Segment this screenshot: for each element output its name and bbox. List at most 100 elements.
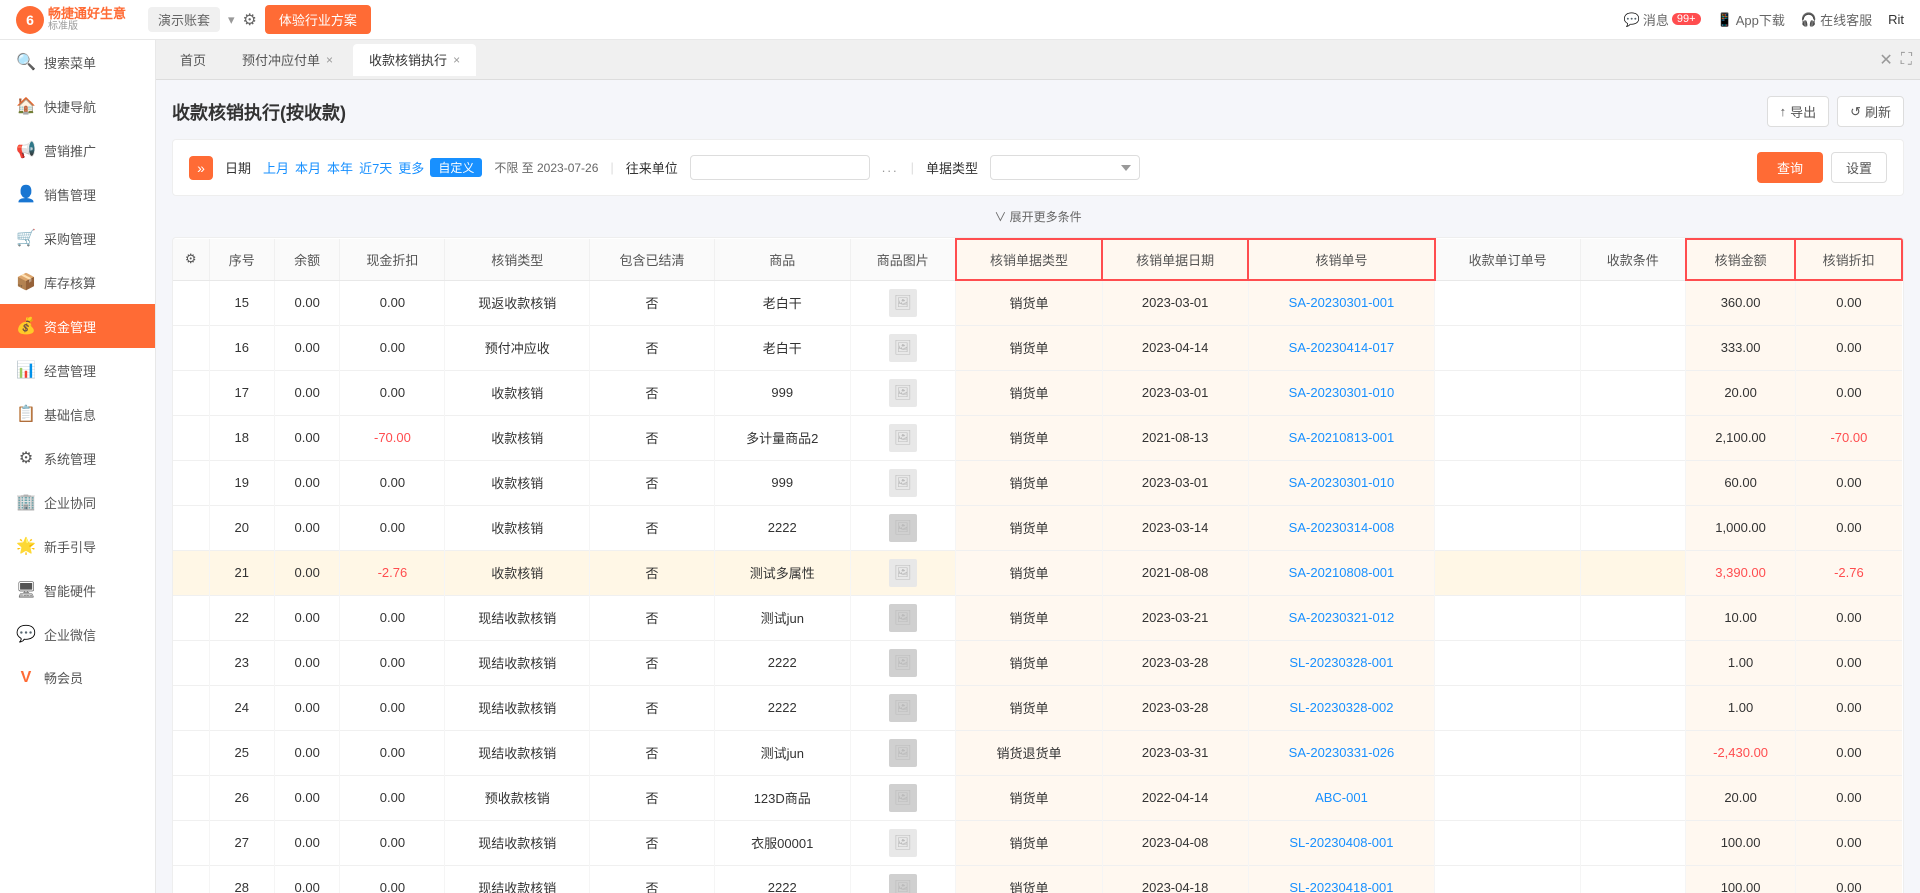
sidebar-item-sales[interactable]: 👤 销售管理	[0, 172, 155, 216]
cell-writeoff-bill-no-3[interactable]: SA-20210813-001	[1248, 415, 1434, 460]
table-row[interactable]: 16 0.00 0.00 预付冲应收 否 老白干 🖼 销货单 2023-04-1…	[173, 325, 1902, 370]
table-row[interactable]: 22 0.00 0.00 现结收款核销 否 测试jun 🖼 销货单 2023-0…	[173, 595, 1902, 640]
writeoff-bill-no-link-5[interactable]: SA-20230314-008	[1289, 520, 1395, 535]
date-custom-badge[interactable]: 自定义	[430, 158, 482, 177]
cell-writeoff-bill-no-13[interactable]: SL-20230418-001	[1248, 865, 1434, 893]
writeoff-bill-no-link-11[interactable]: ABC-001	[1315, 790, 1368, 805]
table-row[interactable]: 26 0.00 0.00 预收款核销 否 123D商品 🖼 销货单 2022-0…	[173, 775, 1902, 820]
sidebar-item-search[interactable]: 🔍 搜索菜单	[0, 40, 155, 84]
cell-num-10: 25	[209, 730, 274, 775]
cell-include-settled-7: 否	[590, 595, 715, 640]
industry-button[interactable]: 体验行业方案	[265, 5, 371, 34]
cell-writeoff-bill-no-4[interactable]: SA-20230301-010	[1248, 460, 1434, 505]
table-row[interactable]: 24 0.00 0.00 现结收款核销 否 2222 🖼 销货单 2023-03…	[173, 685, 1902, 730]
cell-settings-6	[173, 550, 209, 595]
tab-prepay[interactable]: 预付冲应付单 ×	[226, 44, 349, 76]
writeoff-bill-no-link-2[interactable]: SA-20230301-010	[1289, 385, 1395, 400]
tab-expand-icon[interactable]: ⛶	[1901, 51, 1912, 69]
filter-divider-2: |	[911, 160, 914, 175]
gear-icon[interactable]: ⚙	[243, 10, 257, 30]
sidebar-item-newbie[interactable]: 🌟 新手引导	[0, 524, 155, 568]
sidebar-item-quicknav[interactable]: 🏠 快捷导航	[0, 84, 155, 128]
tab-receipt[interactable]: 收款核销执行 ×	[353, 44, 476, 76]
writeoff-bill-no-link-8[interactable]: SL-20230328-001	[1289, 655, 1393, 670]
cell-writeoff-bill-no-2[interactable]: SA-20230301-010	[1248, 370, 1434, 415]
cell-writeoff-bill-no-12[interactable]: SL-20230408-001	[1248, 820, 1434, 865]
refresh-button[interactable]: ↺ 刷新	[1837, 96, 1904, 127]
table-row[interactable]: 25 0.00 0.00 现结收款核销 否 测试jun 🖼 销货退货单 2023…	[173, 730, 1902, 775]
tab-receipt-close[interactable]: ×	[453, 53, 460, 67]
cell-receipt-condition-3	[1580, 415, 1686, 460]
user-name[interactable]: Rit	[1888, 12, 1904, 27]
goods-image-8: 🖼	[889, 649, 917, 677]
cell-writeoff-bill-no-9[interactable]: SL-20230328-002	[1248, 685, 1434, 730]
company-name[interactable]: 演示账套	[148, 7, 220, 32]
date-this-month[interactable]: 本月	[295, 158, 321, 177]
writeoff-bill-no-link-1[interactable]: SA-20230414-017	[1289, 340, 1395, 355]
tab-close-all-icon[interactable]: ✕	[1879, 50, 1892, 70]
sidebar-item-finance[interactable]: 💰 资金管理	[0, 304, 155, 348]
sidebar-item-hardware[interactable]: 🖥 智能硬件	[0, 568, 155, 612]
cell-writeoff-bill-no-6[interactable]: SA-20210808-001	[1248, 550, 1434, 595]
dropdown-icon[interactable]: ▾	[228, 12, 235, 28]
writeoff-bill-no-link-12[interactable]: SL-20230408-001	[1289, 835, 1393, 850]
table-row[interactable]: 20 0.00 0.00 收款核销 否 2222 🖼 销货单 2023-03-1…	[173, 505, 1902, 550]
sidebar-item-operations[interactable]: 📊 经营管理	[0, 348, 155, 392]
col-include-settled: 包含已结清	[590, 239, 715, 280]
cell-include-settled-10: 否	[590, 730, 715, 775]
sidebar-item-purchase[interactable]: 🛒 采购管理	[0, 216, 155, 260]
partner-input[interactable]	[690, 155, 870, 180]
writeoff-bill-no-link-6[interactable]: SA-20210808-001	[1289, 565, 1395, 580]
filter-settings-button[interactable]: 设置	[1831, 152, 1887, 183]
table-row[interactable]: 18 0.00 -70.00 收款核销 否 多计量商品2 🖼 销货单 2021-…	[173, 415, 1902, 460]
filter-expand-button[interactable]: »	[189, 156, 213, 180]
sidebar-item-inventory[interactable]: 📦 库存核算	[0, 260, 155, 304]
sidebar-item-basic[interactable]: 📋 基础信息	[0, 392, 155, 436]
cell-writeoff-bill-no-0[interactable]: SA-20230301-001	[1248, 280, 1434, 325]
writeoff-bill-no-link-13[interactable]: SL-20230418-001	[1289, 880, 1393, 893]
online-service-btn[interactable]: 🎧 在线客服	[1801, 10, 1872, 29]
sidebar-item-member[interactable]: V 畅会员	[0, 656, 155, 699]
table-row[interactable]: 27 0.00 0.00 现结收款核销 否 衣服00001 🖼 销货单 2023…	[173, 820, 1902, 865]
cell-writeoff-type-8: 现结收款核销	[445, 640, 590, 685]
table-row[interactable]: 17 0.00 0.00 收款核销 否 999 🖼 销货单 2023-03-01…	[173, 370, 1902, 415]
cell-writeoff-bill-no-8[interactable]: SL-20230328-001	[1248, 640, 1434, 685]
app-download-btn[interactable]: 📱 App下载	[1717, 10, 1785, 29]
writeoff-bill-no-link-10[interactable]: SA-20230331-026	[1289, 745, 1395, 760]
writeoff-bill-no-link-9[interactable]: SL-20230328-002	[1289, 700, 1393, 715]
writeoff-bill-no-link-4[interactable]: SA-20230301-010	[1289, 475, 1395, 490]
writeoff-bill-no-link-3[interactable]: SA-20210813-001	[1289, 430, 1395, 445]
cell-goods-3: 多计量商品2	[714, 415, 850, 460]
export-button[interactable]: ↑ 导出	[1767, 96, 1830, 127]
sidebar-item-wechat[interactable]: 💬 企业微信	[0, 612, 155, 656]
table-row[interactable]: 21 0.00 -2.76 收款核销 否 测试多属性 🖼 销货单 2021-08…	[173, 550, 1902, 595]
col-settings[interactable]: ⚙	[173, 239, 209, 280]
query-button[interactable]: 查询	[1757, 152, 1823, 183]
cell-writeoff-bill-no-11[interactable]: ABC-001	[1248, 775, 1434, 820]
date-this-year[interactable]: 本年	[327, 158, 353, 177]
tab-home[interactable]: 首页	[164, 44, 222, 76]
table-row[interactable]: 19 0.00 0.00 收款核销 否 999 🖼 销货单 2023-03-01…	[173, 460, 1902, 505]
sidebar-item-marketing[interactable]: 📢 营销推广	[0, 128, 155, 172]
writeoff-bill-no-link-0[interactable]: SA-20230301-001	[1289, 295, 1395, 310]
date-7days[interactable]: 近7天	[359, 158, 392, 177]
cell-goods-img-13: 🖼	[850, 865, 956, 893]
tab-prepay-close[interactable]: ×	[326, 53, 333, 67]
column-settings-icon[interactable]: ⚙	[185, 251, 197, 266]
cell-writeoff-bill-no-7[interactable]: SA-20230321-012	[1248, 595, 1434, 640]
messages-btn[interactable]: 💬 消息 99+	[1624, 10, 1701, 29]
table-row[interactable]: 23 0.00 0.00 现结收款核销 否 2222 🖼 销货单 2023-03…	[173, 640, 1902, 685]
sidebar-item-enterprise[interactable]: 🏢 企业协同	[0, 480, 155, 524]
cell-writeoff-bill-no-1[interactable]: SA-20230414-017	[1248, 325, 1434, 370]
date-more[interactable]: 更多	[398, 158, 424, 177]
expand-more-bar[interactable]: ∨ 展开更多条件	[172, 204, 1904, 229]
table-row[interactable]: 28 0.00 0.00 现结收款核销 否 2222 🖼 销货单 2023-04…	[173, 865, 1902, 893]
bill-type-select[interactable]	[990, 155, 1140, 180]
date-last-month[interactable]: 上月	[263, 158, 289, 177]
writeoff-bill-no-link-7[interactable]: SA-20230321-012	[1289, 610, 1395, 625]
cell-receipt-order-no-5	[1435, 505, 1580, 550]
sidebar-item-system[interactable]: ⚙ 系统管理	[0, 436, 155, 480]
cell-writeoff-bill-no-5[interactable]: SA-20230314-008	[1248, 505, 1434, 550]
table-row[interactable]: 15 0.00 0.00 现返收款核销 否 老白干 🖼 销货单 2023-03-…	[173, 280, 1902, 325]
cell-writeoff-bill-no-10[interactable]: SA-20230331-026	[1248, 730, 1434, 775]
